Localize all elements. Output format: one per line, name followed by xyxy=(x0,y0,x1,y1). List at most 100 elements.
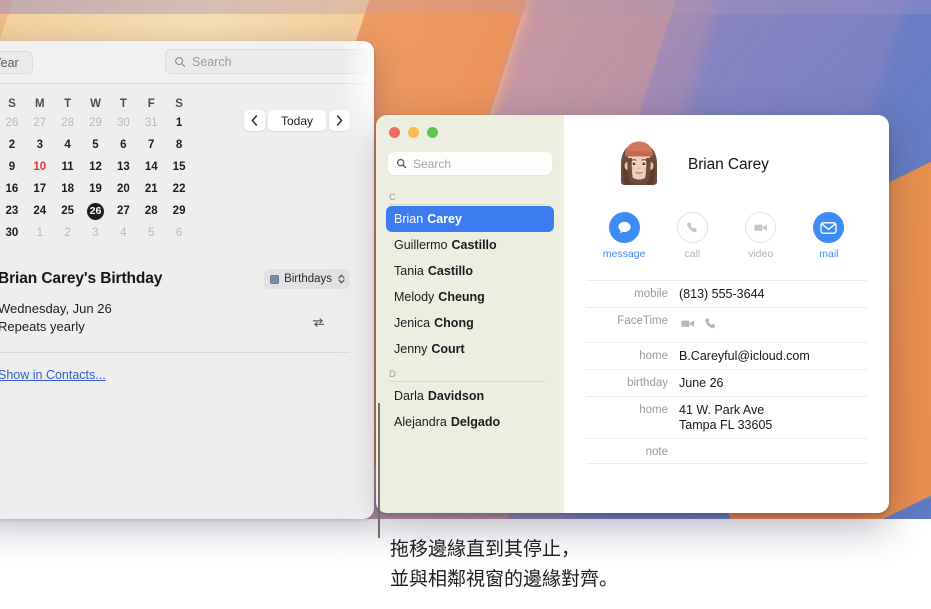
contact-field-row[interactable]: birthday June 26 xyxy=(586,370,867,397)
contact-first-name: Alejandra xyxy=(394,415,447,429)
segment-year[interactable]: Year xyxy=(0,52,32,73)
minimize-button[interactable] xyxy=(408,127,419,138)
phone-handset-icon[interactable] xyxy=(703,316,718,336)
calendar-day-cell[interactable]: 22 xyxy=(165,180,193,198)
calendar-day-cell[interactable]: 26 xyxy=(0,114,26,132)
contact-action-label: video xyxy=(748,248,774,260)
contact-action-mail[interactable]: mail xyxy=(795,212,863,260)
calendar-day-cell[interactable]: 21 xyxy=(137,180,165,198)
contact-field-row[interactable]: home B.Careyful@icloud.com xyxy=(586,343,867,370)
contact-first-name: Jenica xyxy=(394,316,431,330)
calendar-day-cell[interactable]: 15 xyxy=(165,158,193,176)
calendar-day-cell[interactable]: 4 xyxy=(109,224,137,242)
calendar-day-cell[interactable]: 29 xyxy=(165,202,193,220)
contact-last-name: Delgado xyxy=(450,415,501,429)
contact-list-item[interactable]: Brian Carey xyxy=(386,206,554,232)
contact-field-row[interactable]: home 41 W. Park Ave Tampa FL 33605 xyxy=(586,397,867,439)
calendar-day-cell[interactable]: 24 xyxy=(26,202,54,220)
calendar-day-cell[interactable]: 17 xyxy=(26,180,54,198)
close-button[interactable] xyxy=(389,127,400,138)
calendar-day-cell[interactable]: 9 xyxy=(0,158,26,176)
calendar-day-cell[interactable]: 10 xyxy=(26,158,54,176)
calendar-day-cell[interactable]: 1 xyxy=(26,224,54,242)
calendar-day-cell[interactable]: 5 xyxy=(137,224,165,242)
today-button-label: Today xyxy=(280,113,313,128)
calendar-day-cell[interactable]: 11 xyxy=(54,158,82,176)
maximize-button[interactable] xyxy=(427,127,438,138)
contact-hero: Brian Carey xyxy=(586,115,867,196)
contact-action-message[interactable]: message xyxy=(590,212,658,260)
calendar-day-cell[interactable]: 29 xyxy=(82,114,110,132)
calendar-day-cell[interactable]: 3 xyxy=(82,224,110,242)
contact-field-row[interactable]: note xyxy=(586,439,867,464)
calendar-day-cell[interactable]: 14 xyxy=(137,158,165,176)
calendar-body: Today SMTWTFS 26 27 28 29 30 31 1 2 3 4 5 6 7 8 9 10 11 1… xyxy=(0,98,374,384)
contacts-search-field[interactable]: Search xyxy=(388,152,552,175)
calendar-day-cell[interactable]: 2 xyxy=(54,224,82,242)
contacts-section-header: C xyxy=(376,185,564,206)
calendar-day-cell[interactable]: 31 xyxy=(137,114,165,132)
calendar-day-cell[interactable]: 20 xyxy=(109,180,137,198)
calendar-day-cell[interactable]: 1 xyxy=(165,114,193,132)
contact-action-label: message xyxy=(602,248,646,260)
contact-list-item[interactable]: Jenny Court xyxy=(386,336,554,362)
calendar-day-cell[interactable]: 5 xyxy=(82,136,110,154)
contact-first-name: Tania xyxy=(394,264,424,278)
calendar-day-cell[interactable]: 19 xyxy=(82,180,110,198)
contacts-list[interactable]: C Brian Carey Guillermo Castillo Tania Castill… xyxy=(376,185,564,513)
calendar-day-cell[interactable]: 23 xyxy=(0,202,26,220)
month-week-row: 23 24 25 26 27 28 29 xyxy=(0,202,193,220)
contact-list-item[interactable]: Melody Cheung xyxy=(386,284,554,310)
facetime-icons[interactable] xyxy=(679,314,718,337)
today-button[interactable]: Today xyxy=(267,110,326,131)
calendar-day-cell[interactable]: 4 xyxy=(54,136,82,154)
calendar-day-cell[interactable]: 18 xyxy=(54,180,82,198)
contact-list-item[interactable]: Jenica Chong xyxy=(386,310,554,336)
chevron-up-down-icon xyxy=(338,274,345,284)
contact-field-row[interactable]: mobile (813) 555-3644 xyxy=(586,280,867,308)
calendar-day-cell[interactable]: 16 xyxy=(0,180,26,198)
calendar-day-cell[interactable]: 30 xyxy=(0,224,26,242)
month-week-row: 2345678 xyxy=(0,136,193,154)
calendar-day-cell[interactable]: 27 xyxy=(26,114,54,132)
calendar-day-cell[interactable]: 27 xyxy=(109,202,137,220)
calendar-day-cell[interactable]: 25 xyxy=(54,202,82,220)
contact-field-label: note xyxy=(645,446,668,458)
contact-list-item[interactable]: Guillermo Castillo xyxy=(386,232,554,258)
calendar-day-cell[interactable]: 2 xyxy=(0,136,26,154)
contact-first-name: Darla xyxy=(394,389,424,403)
contact-list-item[interactable]: Alejandra Delgado xyxy=(386,409,554,435)
contact-field-row[interactable]: FaceTime xyxy=(586,308,867,343)
calendar-day-cell[interactable]: 7 xyxy=(137,136,165,154)
previous-month-button[interactable] xyxy=(243,110,265,131)
video-camera-icon[interactable] xyxy=(679,315,696,337)
event-calendar-picker[interactable]: Birthdays xyxy=(264,269,350,289)
calendar-day-cell[interactable]: 26 xyxy=(82,202,110,220)
contact-action-video[interactable]: video xyxy=(727,212,795,260)
calendar-day-cell[interactable]: 28 xyxy=(54,114,82,132)
calendar-day-cell[interactable]: 3 xyxy=(26,136,54,154)
calendar-day-cell[interactable]: 8 xyxy=(165,136,193,154)
contact-last-name: Court xyxy=(431,342,465,356)
calendar-day-cell[interactable]: 6 xyxy=(165,224,193,242)
calendar-day-cell[interactable]: 28 xyxy=(137,202,165,220)
calendar-day-cell[interactable]: 13 xyxy=(109,158,137,176)
envelope-icon xyxy=(813,212,845,243)
contact-action-label: call xyxy=(684,248,701,260)
selected-day-badge: 26 xyxy=(86,202,104,220)
contact-action-label: mail xyxy=(819,248,839,260)
contact-action-call[interactable]: call xyxy=(658,212,726,260)
calendar-day-cell[interactable]: 12 xyxy=(82,158,110,176)
next-month-button[interactable] xyxy=(329,110,350,131)
contacts-section-header: D xyxy=(376,362,564,383)
phone-handset-icon xyxy=(676,212,708,243)
contact-field-label: home xyxy=(639,350,668,362)
contact-list-item[interactable]: Tania Castillo xyxy=(386,258,554,284)
calendar-search-field[interactable]: Search xyxy=(165,49,368,74)
calendar-day-cell[interactable]: 6 xyxy=(109,136,137,154)
calendar-view-segmented-control[interactable]: th Year xyxy=(0,51,33,74)
calendar-day-cell[interactable]: 30 xyxy=(109,114,137,132)
contact-list-item[interactable]: Darla Davidson xyxy=(386,383,554,409)
event-repeat-row: Repeats yearly xyxy=(0,316,350,334)
show-in-contacts-link[interactable]: Show in Contacts... xyxy=(0,368,106,382)
